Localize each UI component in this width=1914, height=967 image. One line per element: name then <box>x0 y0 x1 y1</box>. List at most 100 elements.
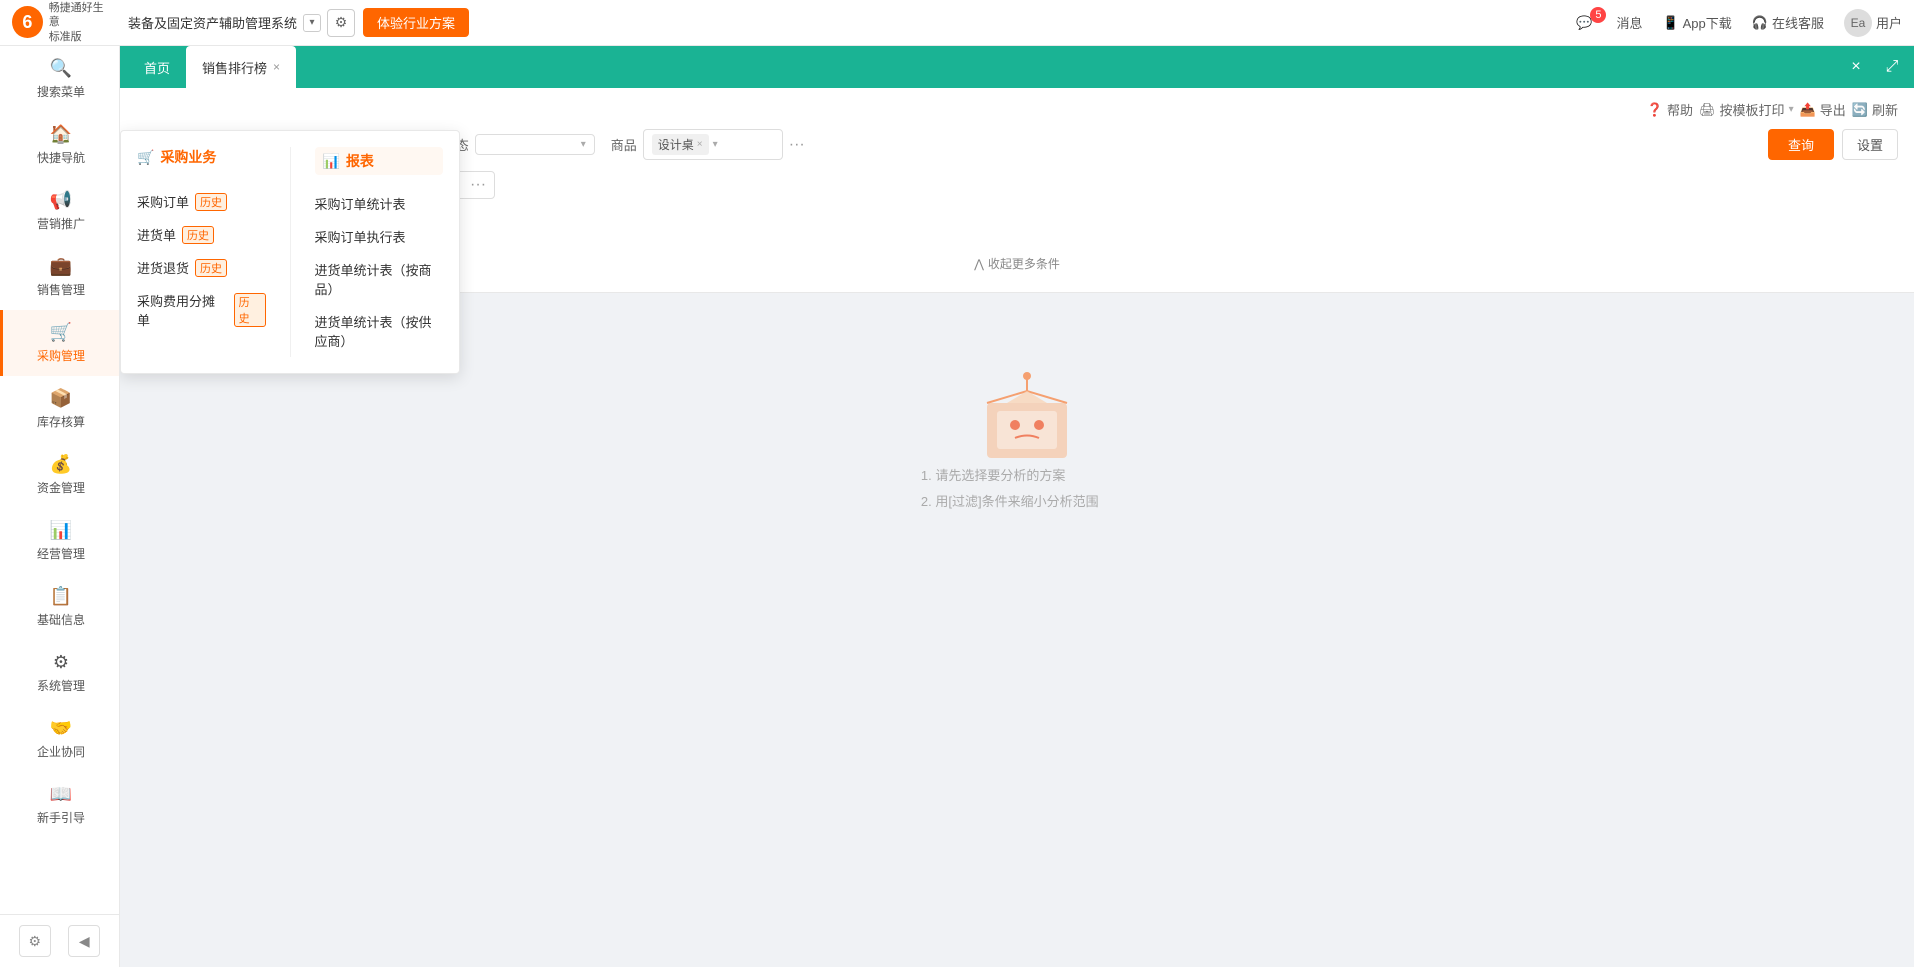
sidebar-item-system[interactable]: ⚙ 系统管理 <box>0 640 119 706</box>
goods-select[interactable]: 设计桌 × ▾ <box>643 129 783 160</box>
search-icon: 🔍 <box>50 58 72 79</box>
sidebar: 🔍 搜索菜单 🏠 快捷导航 📢 营销推广 💼 销售管理 🛒 采购管理 📦 库存核… <box>0 46 120 967</box>
purchase-col-title-label: 采购业务 <box>160 147 216 167</box>
refresh-icon: 🔄 <box>1852 102 1868 118</box>
tab-maximize-btn[interactable]: ⤢ <box>1878 53 1906 81</box>
goods-dots[interactable]: ··· <box>789 136 805 154</box>
refresh-label: 刷新 <box>1872 100 1898 119</box>
online-service-item[interactable]: 🎧 在线客服 <box>1752 13 1824 32</box>
sidebar-item-enterprise[interactable]: 🤝 企业协同 <box>0 706 119 772</box>
dropdown-item-report-3[interactable]: 进货单统计表（按商品） <box>315 253 444 305</box>
dropdown-item-report-4[interactable]: 进货单统计表（按供应商） <box>315 305 444 357</box>
help-label: 帮助 <box>1667 100 1693 119</box>
tabbar: 首页 销售排行榜 × × ⤢ <box>120 46 1914 88</box>
print-icon: 🖨 <box>1699 102 1716 118</box>
purchase-col-icon: 🛒 <box>137 149 154 166</box>
tab-sales-rank[interactable]: 销售排行榜 × <box>186 46 296 88</box>
help-icon: ❓ <box>1647 102 1663 118</box>
sales-icon: 💼 <box>50 256 72 277</box>
help-btn[interactable]: ❓ 帮助 <box>1647 100 1693 119</box>
salesperson-dots[interactable]: ··· <box>470 176 486 194</box>
sidebar-item-purchase[interactable]: 🛒 采购管理 <box>0 310 119 376</box>
sidebar-settings-btn[interactable]: ⚙ <box>19 925 51 957</box>
logo: 6 畅捷通好生意 标准版 <box>12 1 112 44</box>
purchase-col: 🛒 采购业务 采购订单 历史 进货单 历史 进货退货 历史 <box>137 147 266 357</box>
title-dropdown-btn[interactable]: ▾ <box>303 14 321 32</box>
purchase-icon: 🛒 <box>50 322 72 343</box>
goods-label: 商品 <box>611 135 637 154</box>
doc-status-select[interactable]: ▾ <box>475 134 595 155</box>
tab-home[interactable]: 首页 <box>128 46 186 88</box>
reports-col-title-label: 报表 <box>346 151 374 171</box>
tabbar-right: × ⤢ <box>1842 53 1906 81</box>
goods-tag-close[interactable]: × <box>697 139 703 150</box>
sidebar-item-inventory[interactable]: 📦 库存核算 <box>0 376 119 442</box>
export-btn[interactable]: 📤 导出 <box>1800 100 1846 119</box>
empty-icon <box>967 353 1067 453</box>
sidebar-item-capital[interactable]: 💰 资金管理 <box>0 442 119 508</box>
sidebar-item-label-capital: 资金管理 <box>37 479 85 496</box>
dropdown-item-purchase-return-label: 进货退货 <box>137 258 189 277</box>
dropdown-item-report-2-label: 采购订单执行表 <box>315 227 406 246</box>
dropdown-item-purchase-order[interactable]: 采购订单 历史 <box>137 185 266 218</box>
dropdown-item-purchase-return[interactable]: 进货退货 历史 <box>137 251 266 284</box>
empty-tip-2: 用[过滤]条件来缩小分析范围 <box>935 489 1098 515</box>
message-badge: 5 <box>1590 7 1606 23</box>
message-label: 消息 <box>1616 13 1642 32</box>
sidebar-item-quick-nav[interactable]: 🏠 快捷导航 <box>0 112 119 178</box>
sidebar-collapse-btn[interactable]: ◀ <box>68 925 100 957</box>
page-content: 🛒 采购业务 采购订单 历史 进货单 历史 进货退货 历史 <box>120 88 1914 967</box>
sidebar-item-basic[interactable]: 📋 基础信息 <box>0 574 119 640</box>
logo-icon: 6 <box>12 6 43 38</box>
sidebar-item-label-inventory: 库存核算 <box>37 413 85 430</box>
filter-toolbar-row: ❓ 帮助 🖨 按模板打印 ▾ 📤 导出 🔄 <box>136 100 1898 119</box>
tab-close-icon[interactable]: × <box>273 60 280 74</box>
query-toolbar: 查询 设置 <box>1768 129 1898 160</box>
goods-tag: 设计桌 × <box>652 134 709 155</box>
sidebar-item-label-quick-nav: 快捷导航 <box>37 149 85 166</box>
dropdown-item-report-3-label: 进货单统计表（按商品） <box>315 260 444 298</box>
sidebar-item-label-system: 系统管理 <box>37 677 85 694</box>
export-icon: 📤 <box>1800 102 1816 118</box>
main-layout: 🔍 搜索菜单 🏠 快捷导航 📢 营销推广 💼 销售管理 🛒 采购管理 📦 库存核… <box>0 46 1914 967</box>
app-download-label: App下载 <box>1683 13 1732 32</box>
phone-icon: 📱 <box>1662 15 1678 31</box>
dropdown-item-purchase-expense-label: 采购费用分摊单 <box>137 291 228 329</box>
sidebar-item-search[interactable]: 🔍 搜索菜单 <box>0 46 119 112</box>
tab-close-btn[interactable]: × <box>1842 53 1870 81</box>
dropdown-item-report-1-label: 采购订单统计表 <box>315 194 406 213</box>
sidebar-item-label-search: 搜索菜单 <box>37 83 85 100</box>
sidebar-item-operation[interactable]: 📊 经营管理 <box>0 508 119 574</box>
user-label: 用户 <box>1876 13 1902 32</box>
purchase-col-title: 🛒 采购业务 <box>137 147 266 173</box>
reports-col: 📊 报表 采购订单统计表 采购订单执行表 进货单统计表（按商品） 进货单统计表（… <box>315 147 444 357</box>
dropdown-item-report-1[interactable]: 采购订单统计表 <box>315 187 444 220</box>
query-btn[interactable]: 查询 <box>1768 129 1834 160</box>
operation-icon: 📊 <box>50 520 72 541</box>
title-gear-btn[interactable]: ⚙ <box>327 9 355 37</box>
dropdown-item-purchase-in[interactable]: 进货单 历史 <box>137 218 266 251</box>
dropdown-item-purchase-expense[interactable]: 采购费用分摊单 历史 <box>137 284 266 336</box>
hist-badge-2: 历史 <box>195 259 227 277</box>
sidebar-item-guide[interactable]: 📖 新手引导 <box>0 772 119 838</box>
dropdown-item-report-4-label: 进货单统计表（按供应商） <box>315 312 444 350</box>
dropdown-item-report-2[interactable]: 采购订单执行表 <box>315 220 444 253</box>
message-item[interactable]: 💬 5 消息 <box>1576 13 1642 32</box>
app-download-item[interactable]: 📱 App下载 <box>1662 13 1731 32</box>
user-item[interactable]: Ea 用户 <box>1844 9 1902 37</box>
industry-btn[interactable]: 体验行业方案 <box>363 8 469 37</box>
setting-btn[interactable]: 设置 <box>1842 129 1898 160</box>
refresh-btn[interactable]: 🔄 刷新 <box>1852 100 1898 119</box>
sidebar-item-marketing[interactable]: 📢 营销推广 <box>0 178 119 244</box>
guide-icon: 📖 <box>50 784 72 805</box>
sidebar-item-label-operation: 经营管理 <box>37 545 85 562</box>
enterprise-icon: 🤝 <box>50 718 72 739</box>
hist-badge-0: 历史 <box>195 193 227 211</box>
system-title: 装备及固定资产辅助管理系统 <box>128 13 297 32</box>
print-btn[interactable]: 🖨 按模板打印 ▾ <box>1699 100 1794 119</box>
headset-icon: 🎧 <box>1752 15 1768 31</box>
collapse-label: 收起更多条件 <box>988 255 1060 272</box>
system-title-area: 装备及固定资产辅助管理系统 ▾ ⚙ <box>128 9 355 37</box>
goods-arrow: ▾ <box>713 139 718 150</box>
sidebar-item-sales[interactable]: 💼 销售管理 <box>0 244 119 310</box>
